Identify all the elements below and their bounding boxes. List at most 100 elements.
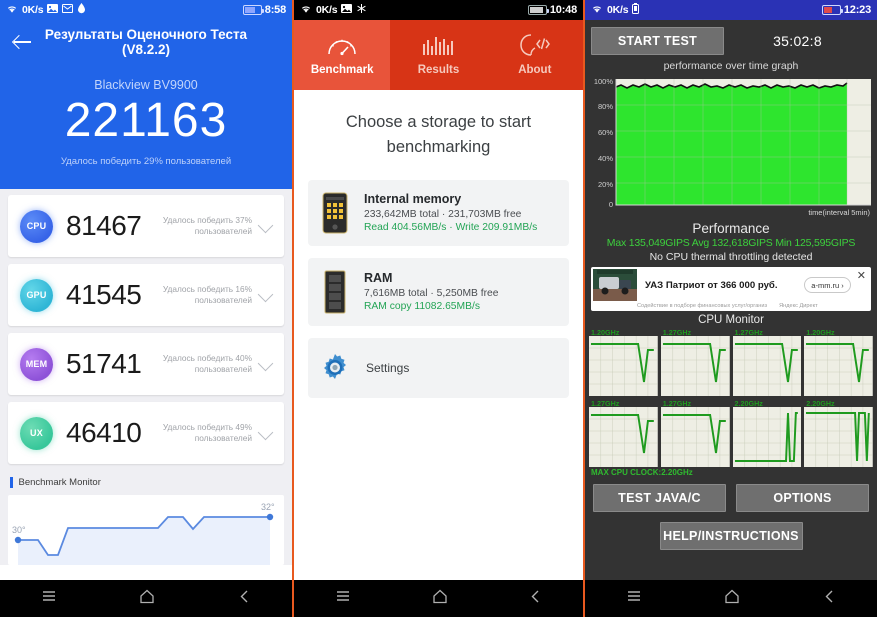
storage-capacity: 233,642MB total · 231,703MB free bbox=[364, 208, 522, 220]
score-percentile: Удалось победить 37% пользователей bbox=[162, 215, 252, 237]
cpu-core-freq-label: 2.20GHz bbox=[734, 399, 763, 408]
score-row-cpu[interactable]: CPU 81467 Удалось победить 37% пользоват… bbox=[8, 195, 284, 258]
home-icon[interactable] bbox=[432, 589, 448, 609]
wifi-icon bbox=[591, 4, 603, 17]
performance-over-time-chart: 100% 80% 60% 40% 20% 0 time(interval 5mi… bbox=[589, 73, 873, 218]
app-bar: Результаты Оценочного Теста (V8.2.2) bbox=[0, 20, 292, 64]
home-icon[interactable] bbox=[139, 589, 155, 609]
score-percentile: Удалось победить 16% пользователей bbox=[162, 284, 252, 306]
x-axis-label: time(interval 5min) bbox=[808, 208, 870, 217]
network-speed-label: 0K/s bbox=[607, 4, 629, 16]
chevron-down-icon[interactable] bbox=[258, 218, 274, 234]
score-value: 51741 bbox=[66, 348, 142, 380]
clock-label: 10:48 bbox=[549, 4, 577, 16]
ad-banner[interactable]: УАЗ Патриот от 366 000 руб. a-mm.ru › ✕ … bbox=[591, 267, 871, 311]
score-row-mem[interactable]: MEM 51741 Удалось победить 40% пользоват… bbox=[8, 333, 284, 396]
tab-benchmark[interactable]: Benchmark bbox=[294, 20, 391, 90]
image-icon bbox=[341, 4, 353, 16]
bars-icon bbox=[421, 34, 455, 61]
menu-icon[interactable] bbox=[335, 589, 351, 608]
cpu-core-chart-0: 1.20GHz bbox=[589, 328, 658, 396]
speedometer-icon bbox=[326, 34, 358, 61]
storage-title: RAM bbox=[364, 271, 393, 285]
storage-capacity: 7,616MB total · 5,250MB free bbox=[364, 287, 499, 299]
score-row-ux[interactable]: UX 46410 Удалось победить 49% пользовате… bbox=[8, 402, 284, 465]
ram-chip-icon bbox=[318, 270, 352, 314]
chevron-down-icon[interactable] bbox=[258, 356, 274, 372]
score-percentile: Удалось победить 40% пользователей bbox=[162, 353, 252, 375]
settings-label: Settings bbox=[366, 360, 410, 375]
svg-text:80%: 80% bbox=[598, 102, 613, 111]
performance-section-title: Performance bbox=[692, 221, 770, 236]
network-speed-label: 0K/s bbox=[316, 4, 338, 16]
benchmark-monitor-label: Benchmark Monitor bbox=[18, 477, 101, 489]
settings-row[interactable]: Settings bbox=[308, 337, 569, 398]
menu-icon[interactable] bbox=[41, 589, 57, 608]
options-button[interactable]: OPTIONS bbox=[736, 484, 869, 512]
cpu-core-freq-label: 1.27GHz bbox=[591, 399, 620, 408]
image-icon bbox=[47, 4, 59, 16]
svg-text:100%: 100% bbox=[594, 77, 614, 86]
back-icon[interactable] bbox=[12, 31, 34, 53]
storage-title: Internal memory bbox=[364, 192, 462, 206]
cpu-core-chart-5: 1.27GHz bbox=[660, 399, 730, 467]
tab-about[interactable]: About bbox=[487, 20, 583, 90]
status-bar-1: 0K/s 8:58 bbox=[0, 0, 292, 20]
storage-card-text: RAM 7,616MB total · 5,250MB free RAM cop… bbox=[364, 271, 499, 312]
ad-disclaimer: Содействие в подборе финансовых услуг/ор… bbox=[637, 303, 768, 309]
test-java-c-button[interactable]: TEST JAVA/C bbox=[593, 484, 726, 512]
start-test-button[interactable]: START TEST bbox=[591, 27, 724, 55]
menu-icon[interactable] bbox=[626, 589, 642, 608]
storage-speed: RAM copy 11082.65MB/s bbox=[364, 301, 480, 312]
tab-label: About bbox=[518, 64, 552, 76]
cpu-core-freq-label: 2.20GHz bbox=[806, 399, 835, 408]
ad-main-row[interactable]: УАЗ Патриот от 366 000 руб. a-mm.ru › ✕ bbox=[591, 267, 871, 303]
storage-card-ram[interactable]: RAM 7,616MB total · 5,250MB free RAM cop… bbox=[308, 257, 569, 326]
snowflake-icon bbox=[356, 3, 367, 17]
storage-card-text: Internal memory 233,642MB total · 231,70… bbox=[364, 192, 537, 233]
score-value: 41545 bbox=[66, 279, 142, 311]
ad-cta-button[interactable]: a-mm.ru › bbox=[804, 277, 851, 293]
temp-start-label: 30° bbox=[12, 525, 26, 535]
page-heading: Choose a storage to start benchmarking bbox=[345, 113, 532, 156]
page-title: Результаты Оценочного Теста (V8.2.2) bbox=[44, 27, 248, 57]
tab-label: Benchmark bbox=[310, 64, 374, 76]
ad-disclaimer-row: Содействие в подборе финансовых услуг/ор… bbox=[591, 303, 871, 311]
tab-results[interactable]: Results bbox=[390, 20, 486, 90]
tab-label: Results bbox=[417, 64, 460, 76]
score-value: 46410 bbox=[66, 417, 142, 449]
panel-cpu-throttling-test: 0K/s 12:23 START TEST 35:02:8 performanc… bbox=[585, 0, 877, 617]
home-icon[interactable] bbox=[724, 589, 740, 609]
chevron-down-icon[interactable] bbox=[258, 425, 274, 441]
svg-text:60%: 60% bbox=[598, 128, 613, 137]
clock-label: 12:23 bbox=[843, 4, 871, 16]
chevron-down-icon[interactable] bbox=[258, 287, 274, 303]
gpu-badge-icon: GPU bbox=[20, 278, 53, 312]
cpu-core-chart-3: 1.20GHz bbox=[804, 328, 873, 396]
score-row-gpu[interactable]: GPU 41545 Удалось победить 16% пользоват… bbox=[8, 264, 284, 327]
cpu-monitor-title: CPU Monitor bbox=[698, 314, 764, 326]
storage-card-internal[interactable]: Internal memory 233,642MB total · 231,70… bbox=[308, 179, 569, 246]
back-icon[interactable] bbox=[238, 589, 251, 609]
storage-speed: Read 404.56MB/s · Write 209.91MB/s bbox=[364, 222, 538, 233]
drop-icon bbox=[77, 3, 86, 17]
panel-storage-benchmark: 0K/s 10:48 Benchmark Results About Choos… bbox=[292, 0, 585, 617]
battery-icon bbox=[821, 5, 843, 15]
close-icon[interactable]: ✕ bbox=[857, 269, 871, 282]
status-bar-3: 0K/s 12:23 bbox=[585, 0, 877, 20]
test-control-row: START TEST 35:02:8 bbox=[589, 25, 873, 59]
benchmark-monitor-header: Benchmark Monitor bbox=[8, 471, 284, 495]
clock-label: 8:58 bbox=[264, 4, 286, 16]
back-icon[interactable] bbox=[529, 589, 542, 609]
help-instructions-button[interactable]: HELP/INSTRUCTIONS bbox=[659, 522, 803, 550]
cpu-core-chart-1: 1.27GHz bbox=[660, 328, 730, 396]
network-speed-label: 0K/s bbox=[22, 4, 44, 16]
score-value: 81467 bbox=[66, 210, 142, 242]
wifi-icon bbox=[6, 4, 18, 17]
cpu-core-freq-label: 1.27GHz bbox=[662, 399, 692, 408]
cpu-badge-icon: CPU bbox=[20, 209, 53, 243]
mem-badge-icon: MEM bbox=[20, 347, 53, 381]
svg-text:40%: 40% bbox=[598, 154, 613, 163]
back-icon[interactable] bbox=[823, 589, 836, 609]
mail-icon bbox=[62, 4, 74, 16]
